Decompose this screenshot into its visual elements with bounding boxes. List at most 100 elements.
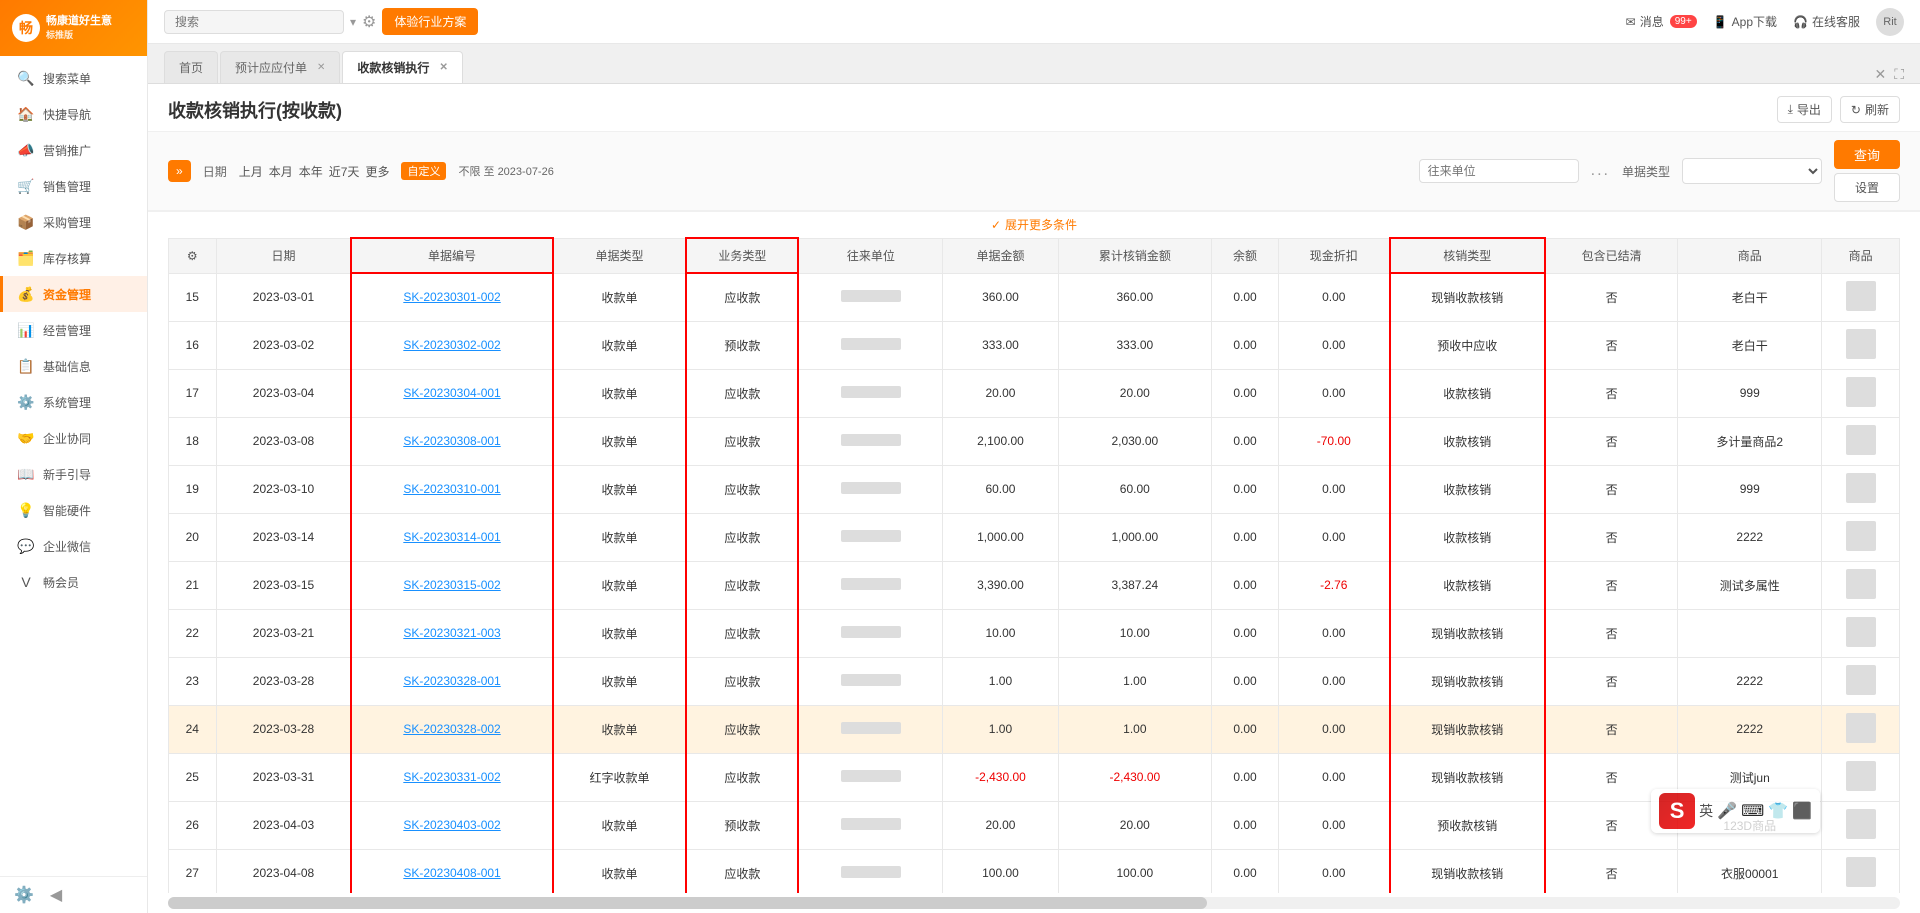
counterparty-input[interactable] <box>1419 159 1579 183</box>
row-bill-no[interactable]: SK-20230321-003 <box>351 609 552 657</box>
row-cash-discount: 0.00 <box>1278 705 1389 753</box>
row-cash-discount: 0.00 <box>1278 369 1389 417</box>
date-option-本年[interactable]: 本年 <box>299 163 323 180</box>
th-accum-amount[interactable]: 累计核销金额 <box>1058 238 1212 273</box>
sidebar-item-operation[interactable]: 📊经营管理 <box>0 312 147 348</box>
row-cash-discount: 0.00 <box>1278 465 1389 513</box>
messages-item[interactable]: ✉ 消息 99+ <box>1626 13 1697 30</box>
tab-close-prepay[interactable]: ✕ <box>317 62 325 73</box>
row-counterparty <box>798 561 943 609</box>
filter-expand-button[interactable]: » <box>168 160 191 182</box>
th-cash-discount[interactable]: 现金折扣 <box>1278 238 1389 273</box>
table-row: 17 2023-03-04 SK-20230304-001 收款单 应收款 20… <box>169 369 1900 417</box>
sidebar-item-corp-wechat[interactable]: 💬企业微信 <box>0 528 147 564</box>
sidebar: 畅 畅康道好生意 标推版 🔍搜索菜单🏠快捷导航📣营销推广🛒销售管理📦采购管理🗂️… <box>0 0 148 913</box>
tab-close-receipt[interactable]: ✕ <box>439 62 447 73</box>
export-button[interactable]: ⤓ 导出 <box>1777 96 1832 123</box>
refresh-button[interactable]: ↻ 刷新 <box>1840 96 1900 123</box>
sidebar-label-quick-nav: 快捷导航 <box>43 106 91 123</box>
sidebar-item-guide[interactable]: 📖新手引导 <box>0 456 147 492</box>
sidebar-item-basic-info[interactable]: 📋基础信息 <box>0 348 147 384</box>
app-download-item[interactable]: 📱 App下载 <box>1713 13 1777 30</box>
row-bill-no[interactable]: SK-20230301-002 <box>351 273 552 321</box>
tab-close-all-icon[interactable]: ✕ <box>1874 66 1886 83</box>
scrollbar-thumb[interactable] <box>168 897 1207 909</box>
row-bill-type: 收款单 <box>553 657 687 705</box>
tab-expand-icon[interactable]: ⛶ <box>1894 66 1904 83</box>
tab-receipt[interactable]: 收款核销执行✕ <box>342 51 462 83</box>
sidebar-item-search-menu[interactable]: 🔍搜索菜单 <box>0 60 147 96</box>
sidebar-item-marketing[interactable]: 📣营销推广 <box>0 132 147 168</box>
row-bill-no[interactable]: SK-20230403-002 <box>351 801 552 849</box>
row-counterparty <box>798 801 943 849</box>
th-settings[interactable]: ⚙ <box>169 238 217 273</box>
search-input[interactable] <box>164 10 344 34</box>
online-service-item[interactable]: 🎧 在线客服 <box>1793 13 1860 30</box>
date-option-近7天[interactable]: 近7天 <box>329 163 360 180</box>
th-biz-type[interactable]: 业务类型 <box>686 238 798 273</box>
row-accum-amount: 333.00 <box>1058 321 1212 369</box>
row-amount: 10.00 <box>943 609 1058 657</box>
refresh-icon: ↻ <box>1851 103 1861 117</box>
sidebar-item-system[interactable]: ⚙️系统管理 <box>0 384 147 420</box>
th-bill-type[interactable]: 单据类型 <box>553 238 687 273</box>
row-bill-type: 红字收款单 <box>553 753 687 801</box>
row-balance: 0.00 <box>1212 801 1279 849</box>
avatar[interactable]: Rit <box>1876 8 1904 36</box>
row-bill-no[interactable]: SK-20230310-001 <box>351 465 552 513</box>
row-bill-no[interactable]: SK-20230328-001 <box>351 657 552 705</box>
row-bill-no[interactable]: SK-20230308-001 <box>351 417 552 465</box>
row-counterparty <box>798 657 943 705</box>
tab-home[interactable]: 首页 <box>164 51 218 83</box>
th-bill-no[interactable]: 单据编号 <box>351 238 552 273</box>
row-biz-type: 应收款 <box>686 609 798 657</box>
row-include-settled: 否 <box>1545 465 1678 513</box>
row-amount: 20.00 <box>943 801 1058 849</box>
row-bill-no[interactable]: SK-20230314-001 <box>351 513 552 561</box>
sidebar-item-smart-hw[interactable]: 💡智能硬件 <box>0 492 147 528</box>
row-balance: 0.00 <box>1212 561 1279 609</box>
collapse-icon[interactable]: ◀ <box>50 885 62 905</box>
sidebar-item-inventory[interactable]: 🗂️库存核算 <box>0 240 147 276</box>
sidebar-item-enterprise[interactable]: 🤝企业协同 <box>0 420 147 456</box>
th-date[interactable]: 日期 <box>216 238 351 273</box>
row-accum-amount: 100.00 <box>1058 849 1212 893</box>
bill-type-select[interactable] <box>1682 158 1822 184</box>
date-option-更多[interactable]: 更多 <box>365 163 389 180</box>
date-option-本月[interactable]: 本月 <box>269 163 293 180</box>
th-include-settled[interactable]: 包含已结清 <box>1545 238 1678 273</box>
sidebar-item-purchase[interactable]: 📦采购管理 <box>0 204 147 240</box>
th-product[interactable]: 商品 <box>1678 238 1822 273</box>
sidebar-item-member[interactable]: V畅会员 <box>0 564 147 600</box>
row-balance: 0.00 <box>1212 753 1279 801</box>
row-date: 2023-03-01 <box>216 273 351 321</box>
settings-button[interactable]: 设置 <box>1834 173 1900 202</box>
th-balance[interactable]: 余额 <box>1212 238 1279 273</box>
sidebar-item-quick-nav[interactable]: 🏠快捷导航 <box>0 96 147 132</box>
th-verify-type[interactable]: 核销类型 <box>1390 238 1545 273</box>
row-bill-no[interactable]: SK-20230304-001 <box>351 369 552 417</box>
th-amount[interactable]: 单据金额 <box>943 238 1058 273</box>
th-product2[interactable]: 商品 <box>1822 238 1900 273</box>
expand-more[interactable]: ✓ 展开更多条件 <box>148 211 1920 237</box>
row-bill-no[interactable]: SK-20230408-001 <box>351 849 552 893</box>
industry-btn[interactable]: 体验行业方案 <box>382 8 478 35</box>
date-option-上月[interactable]: 上月 <box>239 163 263 180</box>
dropdown-arrow-icon[interactable]: ▾ <box>350 15 356 29</box>
date-custom-badge[interactable]: 自定义 <box>401 162 446 180</box>
row-counterparty <box>798 753 943 801</box>
sidebar-item-fund[interactable]: 💰资金管理 <box>0 276 147 312</box>
th-counterparty[interactable]: 往来单位 <box>798 238 943 273</box>
filter-dots[interactable]: ... <box>1591 162 1610 180</box>
row-bill-no[interactable]: SK-20230315-002 <box>351 561 552 609</box>
row-num: 22 <box>169 609 217 657</box>
query-button[interactable]: 查询 <box>1834 140 1900 169</box>
settings-icon[interactable]: ⚙️ <box>14 885 34 905</box>
horizontal-scrollbar[interactable] <box>168 897 1900 909</box>
sidebar-item-sales[interactable]: 🛒销售管理 <box>0 168 147 204</box>
row-bill-no[interactable]: SK-20230328-002 <box>351 705 552 753</box>
row-bill-no[interactable]: SK-20230302-002 <box>351 321 552 369</box>
row-bill-no[interactable]: SK-20230331-002 <box>351 753 552 801</box>
tab-prepay[interactable]: 预计应应付单✕ <box>220 51 340 83</box>
topbar-gear-icon[interactable]: ⚙ <box>362 12 376 32</box>
